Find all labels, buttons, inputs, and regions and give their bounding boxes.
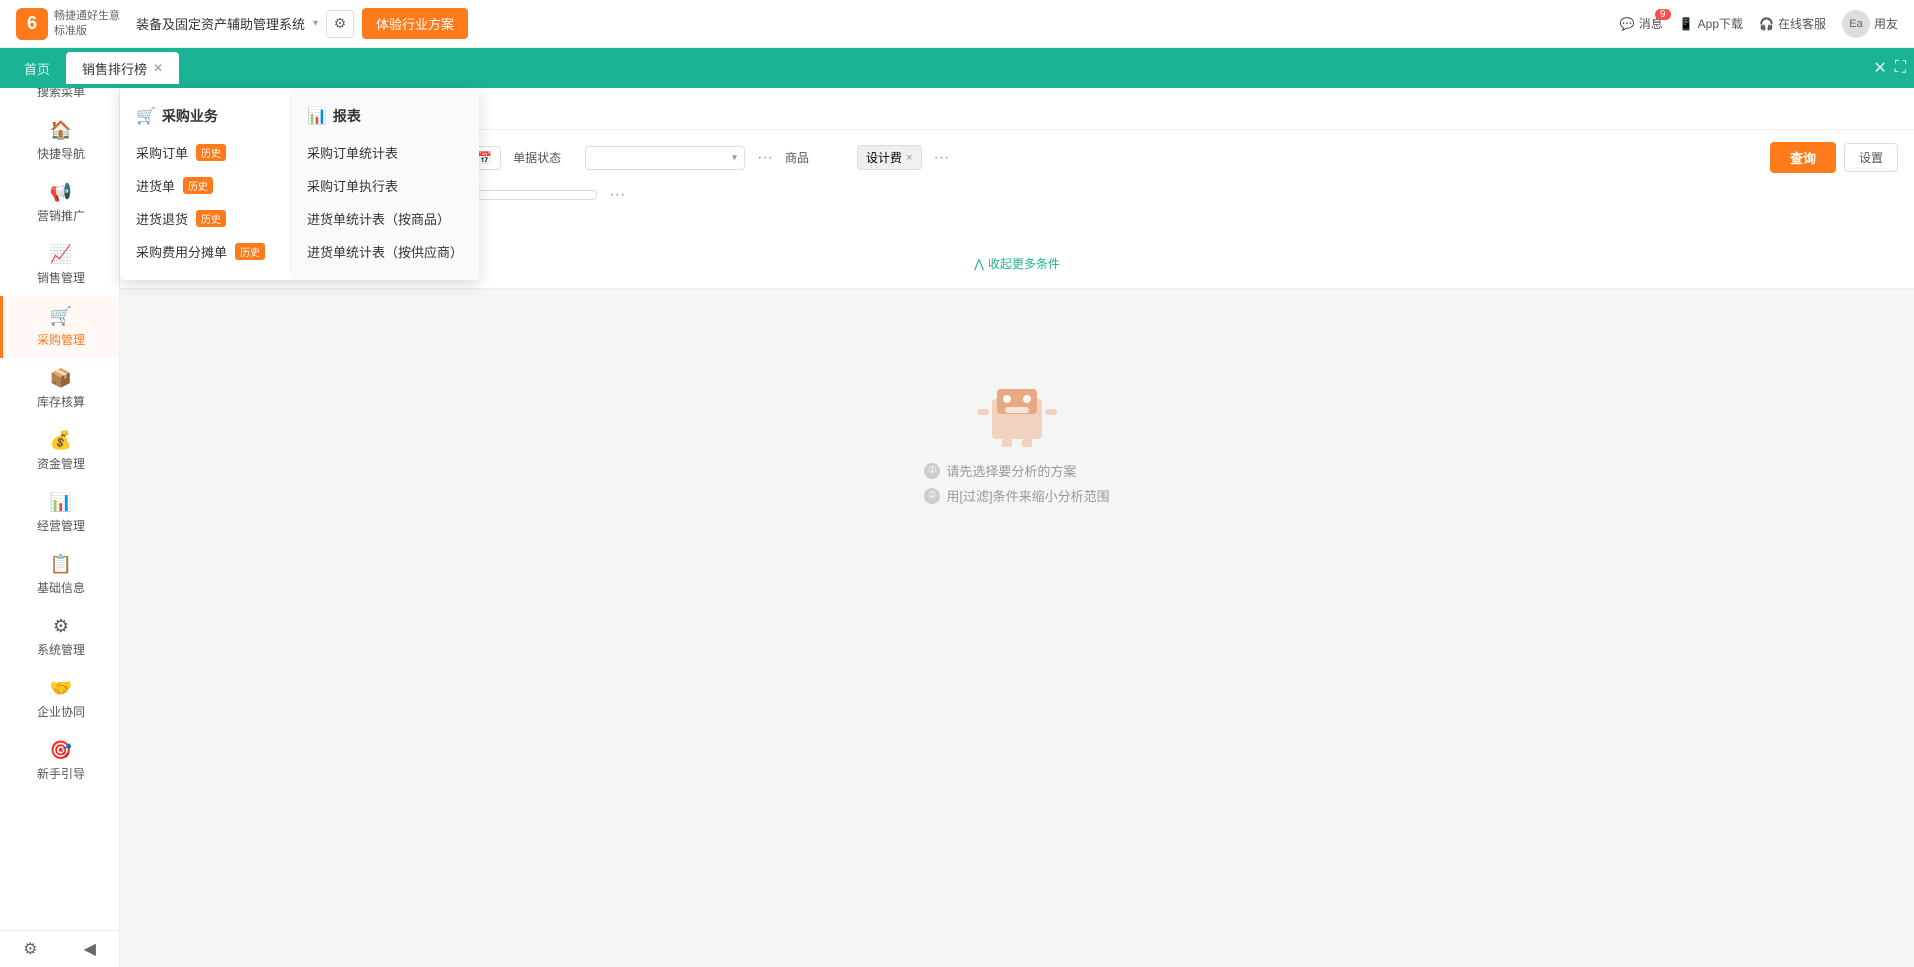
sidebar-item-quick-nav[interactable]: 🏠 快捷导航: [0, 110, 119, 172]
sidebar-item-basic-info[interactable]: 📋 基础信息: [0, 544, 119, 606]
empty-text: ① 请先选择要分析的方案 ② 用[过滤]条件来缩小分析范围: [924, 461, 1109, 505]
tab-home[interactable]: 首页: [8, 52, 66, 84]
dropdown-item-stock-stats-goods[interactable]: 进货单统计表（按商品）: [291, 202, 479, 235]
sales-icon: 📈: [50, 244, 72, 265]
sidebar-item-purchase[interactable]: 🛒 采购管理: [0, 296, 119, 358]
goods-tag: 设计费 ×: [857, 145, 921, 170]
empty-illustration: [967, 369, 1067, 449]
avatar: Ea: [1842, 10, 1870, 38]
headset-icon: 🎧: [1759, 17, 1774, 31]
tab-close-action-icon[interactable]: ✕: [1873, 58, 1886, 78]
tab-bar-right: ✕ ⛶: [1873, 58, 1906, 78]
status-select-wrap: [585, 146, 745, 170]
sidebar-item-enterprise[interactable]: 🤝 企业协同: [0, 668, 119, 730]
dropdown-item-stock-in[interactable]: 进货单 历史: [120, 169, 290, 202]
tab-bar: 首页 销售排行榜 ✕ ✕ ⛶: [0, 48, 1914, 88]
purchase-header-icon: 🛒: [136, 106, 156, 126]
messages-badge: 9: [1655, 9, 1671, 20]
salesperson-input[interactable]: [477, 190, 597, 200]
user-item[interactable]: Ea 用友: [1842, 10, 1898, 38]
empty-svg: [967, 369, 1067, 449]
query-button[interactable]: 查询: [1770, 142, 1836, 173]
status-label: 单据状态: [513, 149, 573, 166]
tab-maximize-icon[interactable]: ⛶: [1895, 59, 1906, 77]
step-num-2: ②: [924, 488, 940, 504]
collapse-button[interactable]: ⋀ 收起更多条件: [966, 251, 1068, 276]
goods-tag-value: 设计费: [866, 149, 902, 166]
settings-icon-btn[interactable]: ⚙: [326, 10, 354, 38]
trial-button[interactable]: 体验行业方案: [362, 8, 468, 39]
system-title-area: 装备及固定资产辅助管理系统 ▾ ⚙ 体验行业方案: [136, 8, 1620, 39]
top-header: 6 畅捷通好生意 标准版 装备及固定资产辅助管理系统 ▾ ⚙ 体验行业方案 💬 …: [0, 0, 1914, 48]
online-service-item[interactable]: 🎧 在线客服: [1759, 15, 1826, 32]
sidebar-collapse-icon[interactable]: ◀: [84, 939, 96, 959]
dropdown-purchase-header: 🛒 采购业务: [120, 100, 290, 136]
dropdown-item-purchase-expense[interactable]: 采购费用分摊单 历史: [120, 235, 290, 268]
logo-text: 畅捷通好生意 标准版: [54, 9, 120, 38]
sidebar-item-system[interactable]: ⚙ 系统管理: [0, 606, 119, 668]
salesperson-dots[interactable]: ···: [609, 186, 625, 204]
history-badge-0: 历史: [196, 144, 226, 161]
goods-tag-remove[interactable]: ×: [906, 152, 912, 164]
message-icon: 💬: [1620, 17, 1635, 31]
marketing-icon: 📢: [50, 182, 72, 203]
dropdown-item-stock-return[interactable]: 进货退货 历史: [120, 202, 290, 235]
calendar-icon: 📅: [477, 151, 492, 165]
title-dropdown-icon[interactable]: ▾: [313, 18, 318, 29]
sidebar-item-guide[interactable]: 🎯 新手引导: [0, 730, 119, 792]
purchase-icon: 🛒: [50, 306, 72, 327]
history-badge-2: 历史: [196, 210, 226, 227]
logo-icon: 6: [16, 8, 48, 40]
empty-step-2: ② 用[过滤]条件来缩小分析范围: [924, 486, 1109, 505]
finance-icon: 💰: [50, 430, 72, 451]
step-num-1: ①: [924, 463, 940, 479]
sidebar-item-marketing[interactable]: 📢 营销推广: [0, 172, 119, 234]
dropdown-report-header: 📊 报表: [291, 100, 479, 136]
empty-step-1: ① 请先选择要分析的方案: [924, 461, 1109, 480]
messages-item[interactable]: 💬 消息 9: [1620, 15, 1663, 32]
basic-info-icon: 📋: [50, 554, 72, 575]
dropdown-purchase-col: 🛒 采购业务 采购订单 历史 进货单 历史 进货退货 历史 采购费用分摊单 历史: [120, 88, 290, 280]
tab-sales-rank[interactable]: 销售排行榜 ✕: [66, 52, 179, 84]
collapse-up-icon: ⋀: [974, 257, 984, 271]
header-right: 💬 消息 9 📱 App下载 🎧 在线客服 Ea 用友: [1620, 10, 1898, 38]
sidebar-item-inventory[interactable]: 📦 库存核算: [0, 358, 119, 420]
logo-area: 6 畅捷通好生意 标准版: [16, 8, 136, 40]
report-header-icon: 📊: [307, 106, 327, 126]
dropdown-item-purchase-order-stats[interactable]: 采购订单统计表: [291, 136, 479, 169]
goods-dots[interactable]: ···: [934, 149, 950, 167]
sidebar-item-operation[interactable]: 📊 经营管理: [0, 482, 119, 544]
sidebar-bottom: ⚙ ◀: [0, 930, 119, 967]
goods-label: 商品: [785, 149, 845, 166]
enterprise-icon: 🤝: [50, 678, 72, 699]
filter-setting-button[interactable]: 设置: [1844, 143, 1898, 172]
home-icon: 🏠: [50, 120, 72, 141]
dropdown-item-stock-stats-supplier[interactable]: 进货单统计表（按供应商）: [291, 235, 479, 268]
system-title: 装备及固定资产辅助管理系统: [136, 14, 305, 33]
sidebar-item-finance[interactable]: 💰 资金管理: [0, 420, 119, 482]
empty-state: ① 请先选择要分析的方案 ② 用[过滤]条件来缩小分析范围: [120, 289, 1914, 585]
dropdown-item-purchase-order[interactable]: 采购订单 历史: [120, 136, 290, 169]
phone-icon: 📱: [1679, 17, 1694, 31]
dropdown-menu: 🛒 采购业务 采购订单 历史 进货单 历史 进货退货 历史 采购费用分摊单 历史…: [120, 88, 479, 280]
inventory-icon: 📦: [50, 368, 72, 389]
status-select[interactable]: [585, 146, 745, 170]
sidebar-item-sales[interactable]: 📈 销售管理: [0, 234, 119, 296]
filter-action-buttons: 查询 设置: [1770, 142, 1898, 173]
sidebar-settings-icon[interactable]: ⚙: [23, 939, 37, 959]
guide-icon: 🎯: [50, 740, 72, 761]
system-icon: ⚙: [53, 616, 69, 637]
dropdown-item-purchase-order-exec[interactable]: 采购订单执行表: [291, 169, 479, 202]
operation-icon: 📊: [50, 492, 72, 513]
tab-close-icon[interactable]: ✕: [153, 61, 163, 75]
history-badge-3: 历史: [235, 243, 265, 260]
app-download-item[interactable]: 📱 App下载: [1679, 15, 1743, 32]
status-dots[interactable]: ···: [757, 149, 773, 167]
sidebar: 🔍 搜索菜单 🏠 快捷导航 📢 营销推广 📈 销售管理 🛒 采购管理 📦 库存核…: [0, 48, 120, 967]
history-badge-1: 历史: [183, 177, 213, 194]
dropdown-report-col: 📊 报表 采购订单统计表 采购订单执行表 进货单统计表（按商品） 进货单统计表（…: [291, 88, 479, 280]
